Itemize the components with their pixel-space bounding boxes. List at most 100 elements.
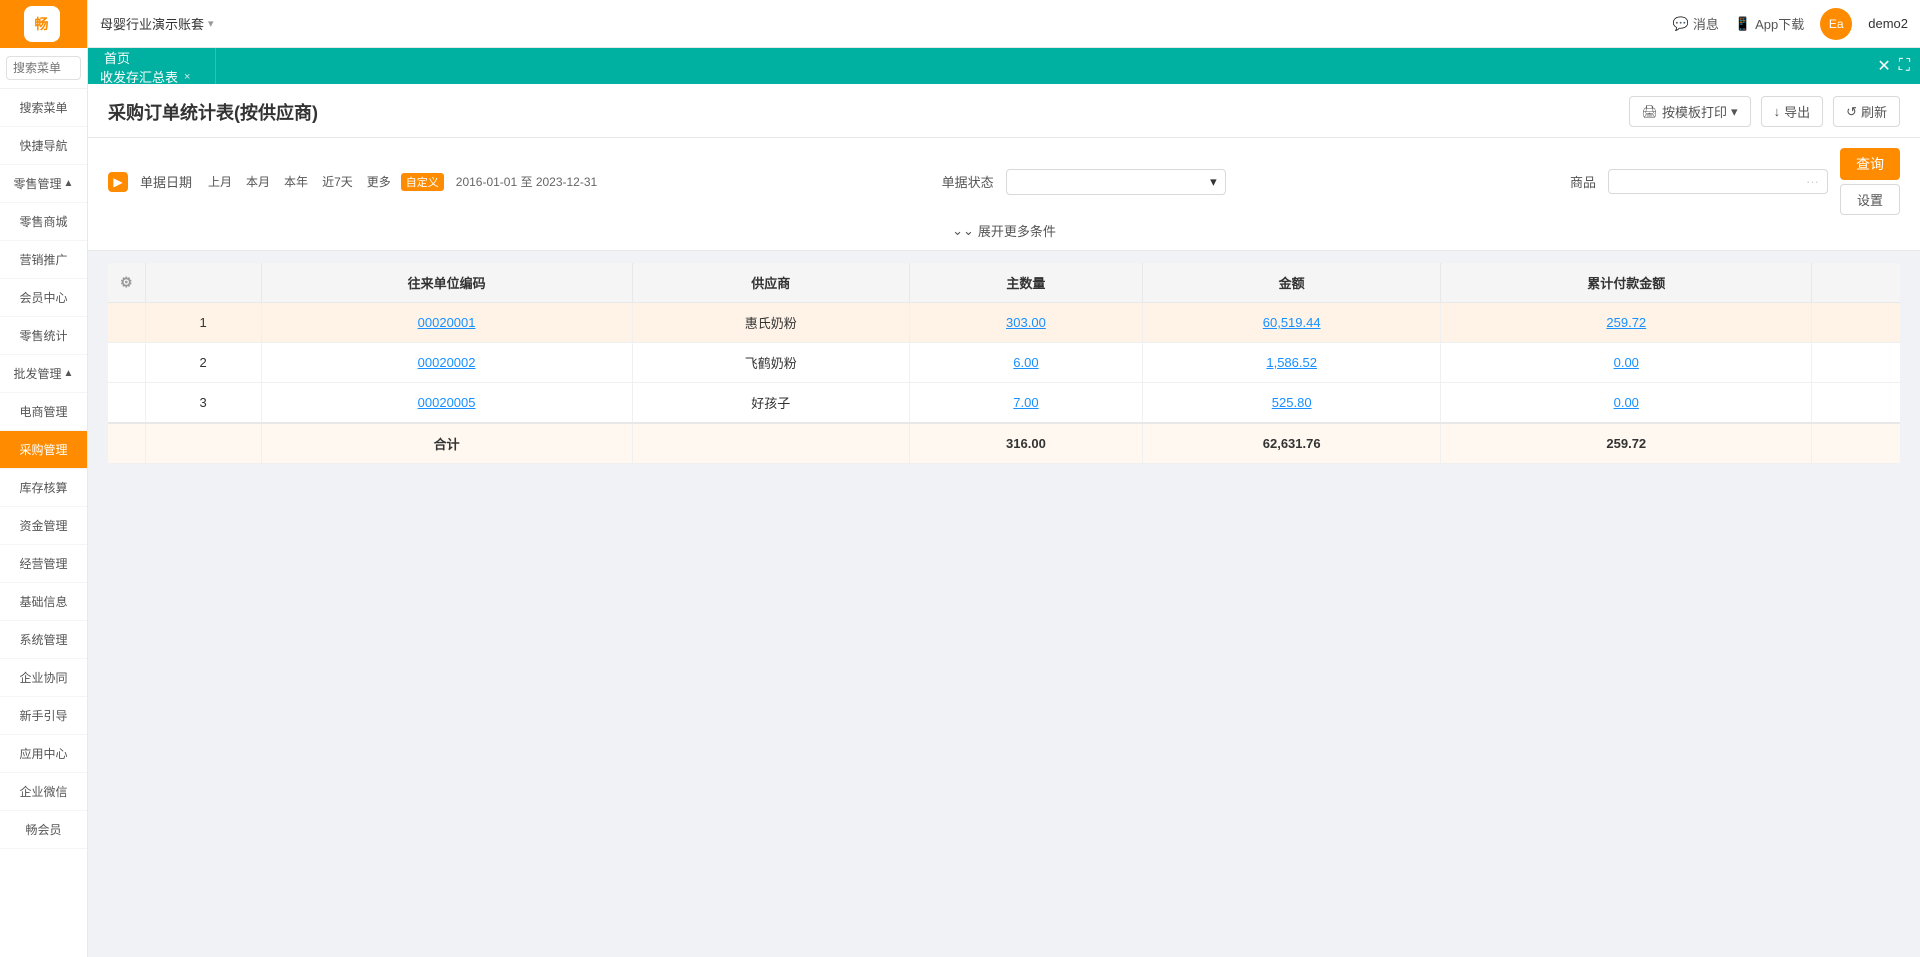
quantity-link[interactable]: 6.00 [1013, 355, 1038, 370]
goods-filter-input[interactable]: ··· [1608, 169, 1828, 194]
sidebar-item-9[interactable]: 采购管理 [0, 431, 87, 469]
workspace-name: 母婴行业演示账套 [100, 14, 204, 33]
row-setting [108, 303, 145, 343]
row-amount: 525.80 [1143, 383, 1441, 424]
search-input[interactable] [6, 56, 81, 80]
footer-paid-amount: 259.72 [1441, 423, 1812, 464]
sidebar-item-0[interactable]: 搜索菜单 [0, 89, 87, 127]
sidebar-item-6[interactable]: 零售统计 [0, 317, 87, 355]
quantity-link[interactable]: 7.00 [1013, 395, 1038, 410]
sidebar-item-12[interactable]: 经营管理 [0, 545, 87, 583]
tab-close-all-icon[interactable]: ✕ [1877, 56, 1890, 76]
tab-maximize-icon[interactable]: ⛶ [1899, 57, 1910, 75]
shortcut-more[interactable]: 更多 [363, 172, 395, 191]
paid-amount-link[interactable]: 0.00 [1614, 355, 1639, 370]
tab-label-home: 首页 [104, 48, 130, 67]
sidebar-items-container: 搜索菜单快捷导航零售管理 ▲零售商城营销推广会员中心零售统计批发管理 ▲电商管理… [0, 89, 87, 849]
message-button[interactable]: 💬 消息 [1673, 14, 1719, 33]
column-index [145, 263, 261, 303]
sidebar-item-2[interactable]: 零售管理 ▲ [0, 165, 87, 203]
supplier-code-link[interactable]: 00020005 [418, 395, 476, 410]
row-supplier-name: 惠氏奶粉 [632, 303, 909, 343]
row-paid-amount: 259.72 [1441, 303, 1812, 343]
row-quantity: 7.00 [909, 383, 1142, 424]
sidebar-item-3[interactable]: 零售商城 [0, 203, 87, 241]
status-filter-select[interactable]: ▾ [1006, 169, 1226, 195]
amount-link[interactable]: 1,586.52 [1266, 355, 1317, 370]
app-download-button[interactable]: 📱 App下载 [1735, 14, 1804, 33]
page-header: 采购订单统计表(按供应商) 🖨 按模板打印 ▾ ↓ 导出 ↺ 刷新 [88, 84, 1920, 138]
message-label: 消息 [1693, 14, 1719, 33]
sidebar-item-13[interactable]: 基础信息 [0, 583, 87, 621]
footer-extra [1812, 423, 1900, 464]
filter-area: ▶ 单据日期 上月 本月 本年 近7天 更多 自定义 2016-01-01 至 … [88, 138, 1920, 251]
footer-quantity: 316.00 [909, 423, 1142, 464]
amount-link[interactable]: 525.80 [1272, 395, 1312, 410]
row-supplier-code[interactable]: 00020005 [261, 383, 632, 424]
row-amount: 60,519.44 [1143, 303, 1441, 343]
shortcut-last-month[interactable]: 上月 [204, 172, 236, 191]
quantity-link[interactable]: 303.00 [1006, 315, 1046, 330]
column-paid-amount: 累计付款金额 [1441, 263, 1812, 303]
expand-more-button[interactable]: ⌄⌄ 展开更多条件 [108, 221, 1900, 240]
expand-icon: ⌄⌄ [952, 223, 974, 239]
sidebar-item-4[interactable]: 营销推广 [0, 241, 87, 279]
supplier-code-link[interactable]: 00020002 [418, 355, 476, 370]
row-supplier-code[interactable]: 00020001 [261, 303, 632, 343]
avatar[interactable]: Ea [1820, 8, 1852, 40]
message-icon: 💬 [1673, 16, 1689, 32]
table-row: 2 00020002 飞鹤奶粉 6.00 1,586.52 0.00 [108, 343, 1900, 383]
sidebar-item-10[interactable]: 库存核算 [0, 469, 87, 507]
sidebar-item-1[interactable]: 快捷导航 [0, 127, 87, 165]
column-quantity: 主数量 [909, 263, 1142, 303]
row-supplier-code[interactable]: 00020002 [261, 343, 632, 383]
tab-close-collect-dispatch[interactable]: × [184, 71, 190, 83]
paid-amount-link[interactable]: 259.72 [1606, 315, 1646, 330]
sidebar-item-5[interactable]: 会员中心 [0, 279, 87, 317]
app-download-label: App下载 [1755, 14, 1804, 33]
gear-icon[interactable]: ⚙ [120, 274, 133, 290]
print-template-button[interactable]: 🖨 按模板打印 ▾ [1629, 96, 1751, 127]
amount-link[interactable]: 60,519.44 [1263, 315, 1321, 330]
sidebar-item-17[interactable]: 应用中心 [0, 735, 87, 773]
sidebar-item-14[interactable]: 系统管理 [0, 621, 87, 659]
sidebar-item-18[interactable]: 企业微信 [0, 773, 87, 811]
sidebar-item-19[interactable]: 畅会员 [0, 811, 87, 849]
export-icon: ↓ [1774, 104, 1781, 119]
tab-home[interactable]: 首页 [88, 48, 216, 67]
footer-label: 合计 [261, 423, 632, 464]
supplier-code-link[interactable]: 00020001 [418, 315, 476, 330]
column-extra [1812, 263, 1900, 303]
filter-collapse-button[interactable]: ▶ [108, 172, 128, 192]
footer-amount: 62,631.76 [1143, 423, 1441, 464]
sidebar-item-7[interactable]: 批发管理 ▲ [0, 355, 87, 393]
workspace-selector[interactable]: 母婴行业演示账套 ▾ [100, 14, 214, 33]
tab-collect-dispatch[interactable]: 收发存汇总表× [88, 67, 216, 84]
shortcut-this-year[interactable]: 本年 [280, 172, 312, 191]
sidebar-item-8[interactable]: 电商管理 [0, 393, 87, 431]
shortcut-this-month[interactable]: 本月 [242, 172, 274, 191]
tab-actions: ✕ ⛶ [1867, 48, 1920, 84]
row-extra [1812, 303, 1900, 343]
footer-setting [108, 423, 145, 464]
sidebar-item-15[interactable]: 企业协同 [0, 659, 87, 697]
custom-date-badge[interactable]: 自定义 [401, 173, 444, 191]
row-index: 2 [145, 343, 261, 383]
row-amount: 1,586.52 [1143, 343, 1441, 383]
shortcut-7days[interactable]: 近7天 [318, 172, 357, 191]
row-supplier-name: 飞鹤奶粉 [632, 343, 909, 383]
refresh-button[interactable]: ↺ 刷新 [1833, 96, 1900, 127]
query-button[interactable]: 查询 [1840, 148, 1900, 180]
footer-row: 合计 316.00 62,631.76 259.72 [108, 423, 1900, 464]
status-select-chevron: ▾ [1210, 174, 1217, 190]
settings-button[interactable]: 设置 [1840, 184, 1900, 215]
sidebar-arrow-icon: ▲ [64, 368, 74, 379]
paid-amount-link[interactable]: 0.00 [1614, 395, 1639, 410]
user-name[interactable]: demo2 [1868, 16, 1908, 31]
sidebar-item-11[interactable]: 资金管理 [0, 507, 87, 545]
sidebar-item-16[interactable]: 新手引导 [0, 697, 87, 735]
header-row: ⚙ 往来单位编码 供应商 主数量 金额 累计付款金额 [108, 263, 1900, 303]
date-filter-label: 单据日期 [140, 172, 192, 191]
export-button[interactable]: ↓ 导出 [1761, 96, 1824, 127]
goods-input-dots-icon: ··· [1806, 174, 1819, 189]
